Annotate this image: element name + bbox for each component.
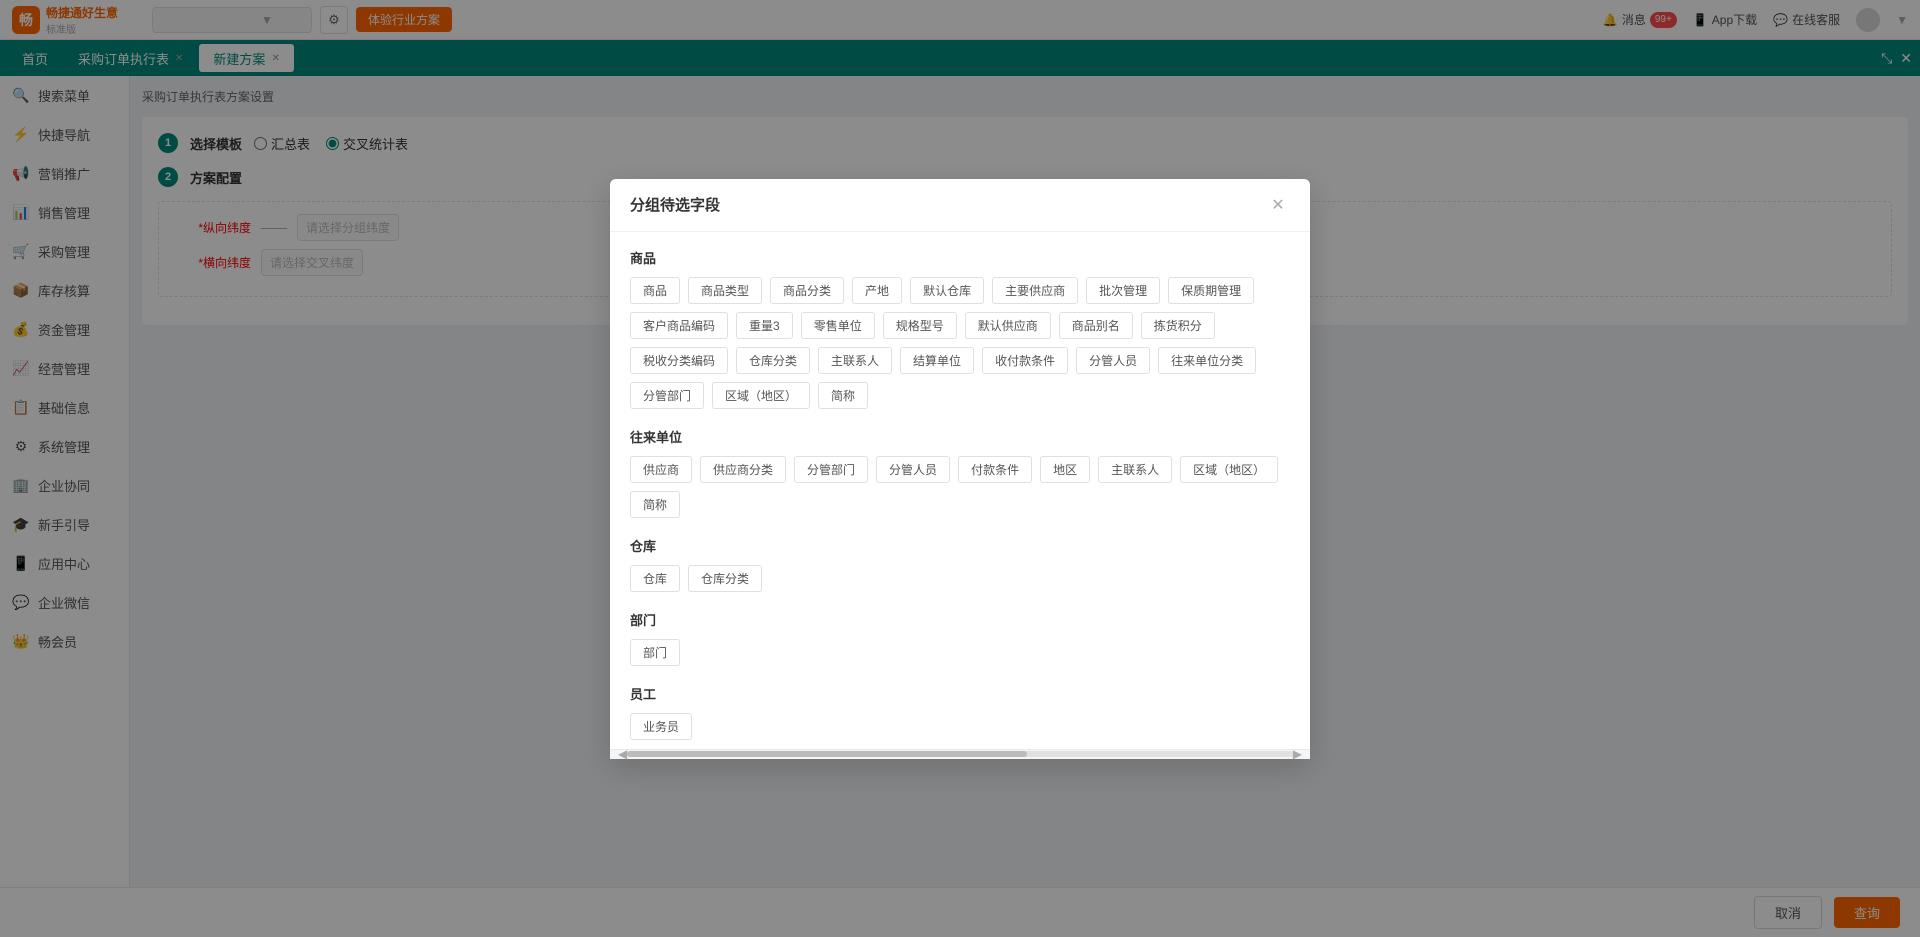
chip-partner-简称[interactable]: 简称	[630, 491, 680, 518]
chip-简称[interactable]: 简称	[818, 382, 868, 409]
chip-区域地区[interactable]: 区域（地区）	[712, 382, 810, 409]
field-chips-employee: 业务员	[630, 713, 1290, 740]
chip-拣货积分[interactable]: 拣货积分	[1141, 312, 1215, 339]
chip-供应商[interactable]: 供应商	[630, 456, 692, 483]
chip-partner-分管人员[interactable]: 分管人员	[876, 456, 950, 483]
chip-规格型号[interactable]: 规格型号	[883, 312, 957, 339]
scroll-track	[627, 751, 1293, 757]
chip-业务员[interactable]: 业务员	[630, 713, 692, 740]
field-group-employee: 员工 业务员	[630, 684, 1290, 740]
chip-分管部门[interactable]: 分管部门	[630, 382, 704, 409]
field-group-employee-title: 员工	[630, 684, 1290, 703]
modal-body[interactable]: 商品 商品 商品类型 商品分类 产地 默认仓库 主要供应商 批次管理 保质期管理…	[610, 232, 1310, 749]
scroll-right-arrow[interactable]: ▶	[1293, 747, 1302, 761]
field-chips-partner: 供应商 供应商分类 分管部门 分管人员 付款条件 地区 主联系人 区域（地区） …	[630, 456, 1290, 518]
field-group-warehouse-title: 仓库	[630, 536, 1290, 555]
field-chips-goods: 商品 商品类型 商品分类 产地 默认仓库 主要供应商 批次管理 保质期管理 客户…	[630, 277, 1290, 409]
field-chips-warehouse: 仓库 仓库分类	[630, 565, 1290, 592]
chip-产地[interactable]: 产地	[852, 277, 902, 304]
chip-批次管理[interactable]: 批次管理	[1086, 277, 1160, 304]
chip-部门[interactable]: 部门	[630, 639, 680, 666]
chip-收付款条件[interactable]: 收付款条件	[982, 347, 1068, 374]
chip-partner-主联系人[interactable]: 主联系人	[1098, 456, 1172, 483]
chip-零售单位[interactable]: 零售单位	[801, 312, 875, 339]
field-group-goods: 商品 商品 商品类型 商品分类 产地 默认仓库 主要供应商 批次管理 保质期管理…	[630, 248, 1290, 409]
chip-warehouse-仓库分类[interactable]: 仓库分类	[688, 565, 762, 592]
chip-结算单位[interactable]: 结算单位	[900, 347, 974, 374]
scroll-thumb	[627, 751, 1026, 757]
chip-供应商分类[interactable]: 供应商分类	[700, 456, 786, 483]
chip-分管人员[interactable]: 分管人员	[1076, 347, 1150, 374]
chip-重量3[interactable]: 重量3	[736, 312, 793, 339]
chip-商品分类[interactable]: 商品分类	[770, 277, 844, 304]
field-group-department: 部门 部门	[630, 610, 1290, 666]
chip-partner-区域地区[interactable]: 区域（地区）	[1180, 456, 1278, 483]
chip-主要供应商[interactable]: 主要供应商	[992, 277, 1078, 304]
chip-保质期管理[interactable]: 保质期管理	[1168, 277, 1254, 304]
chip-商品类型[interactable]: 商品类型	[688, 277, 762, 304]
field-group-goods-title: 商品	[630, 248, 1290, 267]
modal-scrollbar: ◀ ▶	[610, 749, 1310, 759]
modal-title: 分组待选字段	[630, 194, 720, 215]
field-group-department-title: 部门	[630, 610, 1290, 629]
chip-默认供应商[interactable]: 默认供应商	[965, 312, 1051, 339]
chip-partner-分管部门[interactable]: 分管部门	[794, 456, 868, 483]
chip-默认仓库[interactable]: 默认仓库	[910, 277, 984, 304]
field-group-partner-title: 往来单位	[630, 427, 1290, 446]
chip-往来单位分类[interactable]: 往来单位分类	[1158, 347, 1256, 374]
modal-close-button[interactable]: ✕	[1266, 193, 1290, 217]
field-chips-department: 部门	[630, 639, 1290, 666]
field-group-warehouse: 仓库 仓库 仓库分类	[630, 536, 1290, 592]
chip-付款条件[interactable]: 付款条件	[958, 456, 1032, 483]
chip-商品别名[interactable]: 商品别名	[1059, 312, 1133, 339]
modal-dialog: 分组待选字段 ✕ 商品 商品 商品类型 商品分类 产地 默认仓库 主要供应商 批…	[610, 179, 1310, 759]
chip-地区[interactable]: 地区	[1040, 456, 1090, 483]
field-group-partner: 往来单位 供应商 供应商分类 分管部门 分管人员 付款条件 地区 主联系人 区域…	[630, 427, 1290, 518]
modal-overlay: 分组待选字段 ✕ 商品 商品 商品类型 商品分类 产地 默认仓库 主要供应商 批…	[0, 0, 1920, 937]
chip-客户商品编码[interactable]: 客户商品编码	[630, 312, 728, 339]
chip-仓库[interactable]: 仓库	[630, 565, 680, 592]
modal-header: 分组待选字段 ✕	[610, 179, 1310, 232]
chip-仓库分类[interactable]: 仓库分类	[736, 347, 810, 374]
chip-商品[interactable]: 商品	[630, 277, 680, 304]
chip-税收分类编码[interactable]: 税收分类编码	[630, 347, 728, 374]
chip-主联系人[interactable]: 主联系人	[818, 347, 892, 374]
scroll-left-arrow[interactable]: ◀	[618, 747, 627, 761]
